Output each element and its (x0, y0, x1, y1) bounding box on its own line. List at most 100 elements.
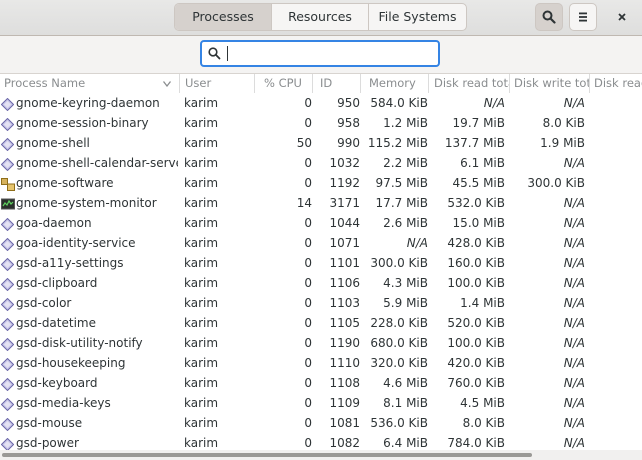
process-row[interactable]: gnome-keyring-daemon karim 0 950 584.0 KiB N/… (0, 93, 642, 113)
process-name: gsd-keyboard (16, 376, 98, 390)
process-row[interactable]: goa-identity-service karim 0 1071 N/A 428.0 K… (0, 233, 642, 253)
process-row[interactable]: gnome-software karim 0 1192 97.5 MiB 45.5 MiB… (0, 173, 642, 193)
process-cpu: 0 (304, 376, 312, 390)
process-list[interactable]: gnome-keyring-daemon karim 0 950 584.0 KiB N/… (0, 93, 642, 450)
process-row[interactable]: gnome-system-monitor karim 14 3171 17.7 MiB 5… (0, 193, 642, 213)
process-memory: 228.0 KiB (370, 316, 428, 330)
process-user: karim (184, 416, 219, 430)
gear-icon (0, 337, 15, 352)
column-header-disk-write-total[interactable]: Disk write tot: (510, 74, 590, 93)
process-row[interactable]: gnome-session-binary karim 0 958 1.2 MiB 19.7… (0, 113, 642, 133)
process-disk-read: 100.0 KiB (447, 336, 505, 350)
process-memory: 115.2 MiB (367, 136, 428, 150)
process-cpu: 0 (304, 156, 312, 170)
process-name: gsd-clipboard (16, 276, 98, 290)
process-cpu: 0 (304, 416, 312, 430)
main-menu-button[interactable] (569, 3, 597, 31)
process-user: karim (184, 396, 219, 410)
column-header-id[interactable]: ID (316, 74, 361, 93)
process-user: karim (184, 136, 219, 150)
process-disk-write: N/A (563, 276, 585, 290)
process-id: 1106 (329, 276, 360, 290)
column-header-cpu[interactable]: % CPU (260, 74, 313, 93)
process-id: 1190 (329, 336, 360, 350)
process-name: goa-identity-service (16, 236, 136, 250)
process-row[interactable]: gsd-disk-utility-notify karim 0 1190 680.0 K… (0, 333, 642, 353)
process-memory: 2.6 MiB (383, 216, 428, 230)
process-row[interactable]: gsd-keyboard karim 0 1108 4.6 MiB 760.0 KiB N/… (0, 373, 642, 393)
process-memory: 300.0 KiB (370, 256, 428, 270)
tab-processes[interactable]: Processes (175, 4, 272, 30)
process-disk-read: 4.5 MiB (460, 396, 505, 410)
process-disk-write: N/A (563, 436, 585, 450)
column-header-user[interactable]: User (181, 74, 255, 93)
scrollbar-thumb[interactable] (2, 453, 532, 457)
process-row[interactable]: gsd-housekeeping karim 0 1110 320.0 KiB 420.0… (0, 353, 642, 373)
process-disk-write: N/A (563, 416, 585, 430)
process-row[interactable]: gsd-a11y-settings karim 0 1101 300.0 KiB 160.… (0, 253, 642, 273)
process-row[interactable]: gnome-shell-calendar-server karim 0 1032 2.2… (0, 153, 642, 173)
process-id: 1101 (329, 256, 360, 270)
horizontal-scrollbar[interactable] (0, 450, 642, 460)
process-disk-read: 520.0 KiB (447, 316, 505, 330)
process-memory: 584.0 KiB (370, 96, 428, 110)
search-toggle-button[interactable] (535, 3, 563, 31)
process-user: karim (184, 276, 219, 290)
process-row[interactable]: gsd-clipboard karim 0 1106 4.3 MiB 100.0 KiB N… (0, 273, 642, 293)
tab-resources[interactable]: Resources (272, 4, 369, 30)
process-id: 1044 (329, 216, 360, 230)
gear-icon (0, 217, 15, 232)
process-name: goa-daemon (16, 216, 92, 230)
process-name: gnome-session-binary (16, 116, 149, 130)
process-cpu: 0 (304, 216, 312, 230)
process-disk-read: 760.0 KiB (447, 376, 505, 390)
process-disk-write: N/A (563, 376, 585, 390)
process-disk-read: 160.0 KiB (447, 256, 505, 270)
process-name: gsd-power (16, 436, 79, 450)
process-row[interactable]: gsd-color karim 0 1103 5.9 MiB 1.4 MiB N/A (0, 293, 642, 313)
process-disk-read: 428.0 KiB (447, 236, 505, 250)
process-cpu: 14 (296, 196, 312, 210)
gear-icon (0, 377, 15, 392)
process-user: karim (184, 336, 219, 350)
process-cpu: 0 (304, 356, 312, 370)
process-row[interactable]: gsd-mouse karim 0 1081 536.0 KiB 8.0 KiB N/A (0, 413, 642, 433)
process-memory: 4.3 MiB (383, 276, 428, 290)
column-header-disk-read-total[interactable]: Disk read tota (430, 74, 510, 93)
column-header-process-name[interactable]: Process Name (0, 74, 180, 93)
process-user: karim (184, 376, 219, 390)
process-disk-write: N/A (563, 96, 585, 110)
process-name: gsd-housekeeping (16, 356, 126, 370)
process-memory: 17.7 MiB (375, 196, 428, 210)
process-cpu: 0 (304, 436, 312, 450)
close-window-button[interactable] (610, 6, 634, 28)
process-id: 1071 (329, 236, 360, 250)
process-memory: N/A (406, 236, 428, 250)
text-caret (227, 46, 228, 61)
process-disk-read: 15.0 MiB (452, 216, 505, 230)
process-row[interactable]: goa-daemon karim 0 1044 2.6 MiB 15.0 MiB N/A (0, 213, 642, 233)
process-disk-write: N/A (563, 216, 585, 230)
search-input[interactable] (226, 45, 426, 63)
process-row[interactable]: gsd-datetime karim 0 1105 228.0 KiB 520.0 KiB… (0, 313, 642, 333)
gear-icon (0, 297, 15, 312)
process-name: gnome-shell (16, 136, 90, 150)
process-name: gsd-disk-utility-notify (16, 336, 143, 350)
process-row[interactable]: gsd-power karim 0 1082 6.4 MiB 784.0 KiB N/A (0, 433, 642, 450)
column-header-label: Process Name (4, 76, 86, 90)
process-disk-read: 100.0 KiB (447, 276, 505, 290)
tab-file-systems[interactable]: File Systems (369, 4, 466, 30)
process-row[interactable]: gnome-shell karim 50 990 115.2 MiB 137.7 MiB 1… (0, 133, 642, 153)
process-name: gsd-datetime (16, 316, 96, 330)
process-disk-write: N/A (563, 336, 585, 350)
process-disk-read: 19.7 MiB (452, 116, 505, 130)
process-user: karim (184, 116, 219, 130)
search-icon (208, 47, 221, 60)
column-header-disk-read[interactable]: Disk read (590, 74, 642, 93)
process-memory: 536.0 KiB (370, 416, 428, 430)
gear-icon (0, 437, 15, 450)
process-disk-read: 137.7 MiB (444, 136, 505, 150)
process-memory: 2.2 MiB (383, 156, 428, 170)
process-row[interactable]: gsd-media-keys karim 0 1109 8.1 MiB 4.5 MiB N/… (0, 393, 642, 413)
column-header-memory[interactable]: Memory (365, 74, 429, 93)
